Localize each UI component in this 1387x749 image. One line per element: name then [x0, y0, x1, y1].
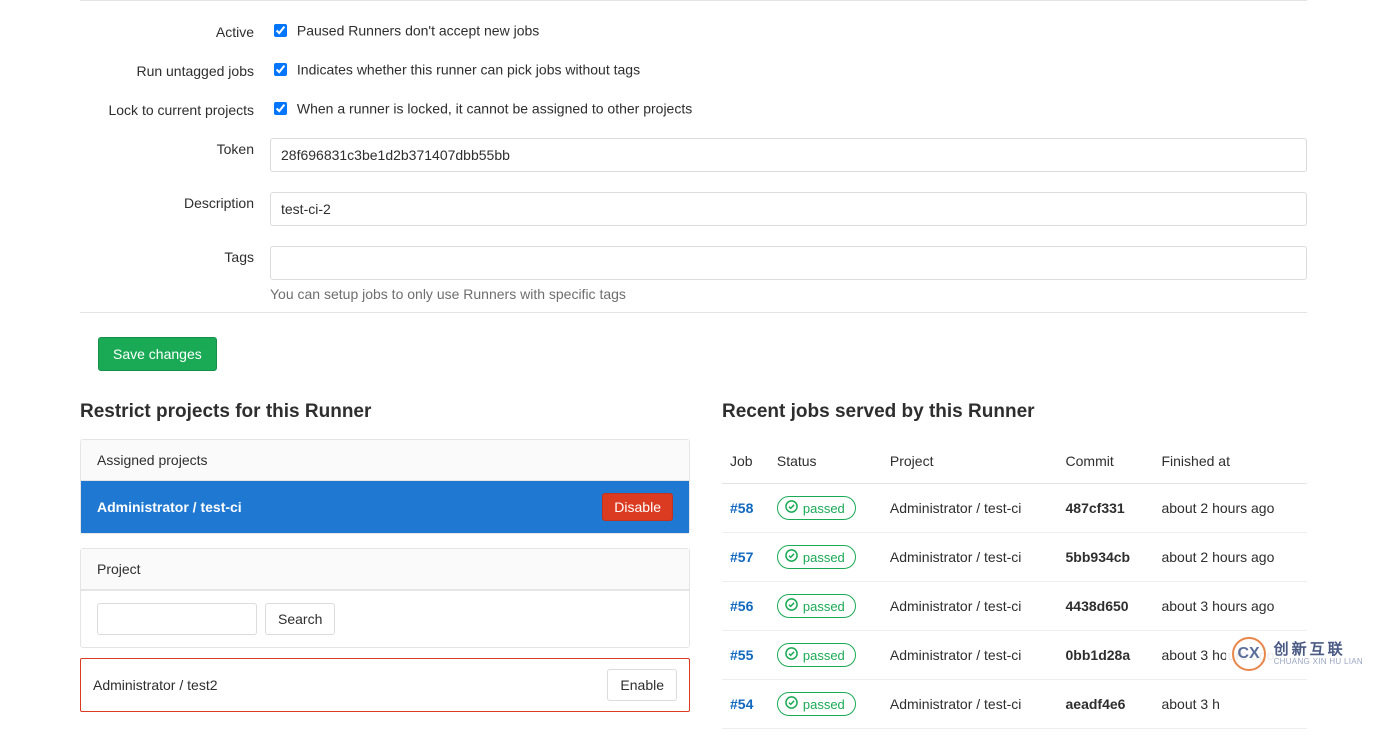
assigned-projects-panel: Assigned projects Administrator / test-c… [80, 439, 690, 534]
job-commit[interactable]: 5bb934cb [1066, 549, 1131, 565]
search-button[interactable]: Search [265, 603, 335, 635]
watermark-mark: CX [1232, 637, 1266, 671]
status-text: passed [803, 648, 845, 663]
status-text: passed [803, 599, 845, 614]
status-badge[interactable]: passed [777, 496, 856, 520]
job-commit[interactable]: 0bb1d28a [1066, 647, 1131, 663]
save-button[interactable]: Save changes [98, 337, 217, 371]
restrict-heading: Restrict projects for this Runner [80, 401, 690, 423]
status-text: passed [803, 550, 845, 565]
disable-button[interactable]: Disable [602, 493, 673, 521]
status-text: passed [803, 697, 845, 712]
untagged-label: Run untagged jobs [80, 60, 270, 79]
table-row: #54 passed Administrator / test-ci aeadf4e6… [722, 680, 1307, 729]
project-result-row: Administrator / test2 Enable [80, 658, 690, 712]
job-finished: about 3 h [1153, 680, 1307, 729]
table-row: #56 passed Administrator / test-ci 4438d650… [722, 582, 1307, 631]
tags-hint: You can setup jobs to only use Runners w… [270, 286, 1307, 302]
job-finished: about 3 hours ago [1153, 582, 1307, 631]
job-commit[interactable]: 4438d650 [1066, 598, 1129, 614]
job-link[interactable]: #57 [730, 549, 753, 565]
status-badge[interactable]: passed [777, 692, 856, 716]
project-search-input[interactable] [97, 603, 257, 635]
recent-jobs-heading: Recent jobs served by this Runner [722, 401, 1307, 423]
job-project: Administrator / test-ci [882, 631, 1058, 680]
assigned-project-name: Administrator / test-ci [97, 499, 242, 515]
status-text: passed [803, 501, 845, 516]
check-circle-icon [785, 696, 798, 712]
col-job: Job [722, 439, 769, 484]
assigned-project-row[interactable]: Administrator / test-ci Disable [81, 481, 689, 533]
lock-checkbox[interactable] [274, 102, 287, 115]
job-link[interactable]: #56 [730, 598, 753, 614]
check-circle-icon [785, 549, 798, 565]
token-label: Token [80, 138, 270, 157]
lock-label: Lock to current projects [80, 99, 270, 118]
active-label: Active [80, 21, 270, 40]
watermark-en: CHUANG XIN HU LIAN [1274, 658, 1363, 666]
col-project: Project [882, 439, 1058, 484]
description-field[interactable] [270, 192, 1307, 226]
lock-help: When a runner is locked, it cannot be as… [297, 101, 692, 117]
job-finished: about 2 hours ago [1153, 533, 1307, 582]
check-circle-icon [785, 500, 798, 516]
untagged-help: Indicates whether this runner can pick j… [297, 62, 640, 78]
recent-jobs-table: Job Status Project Commit Finished at #5… [722, 439, 1307, 729]
job-link[interactable]: #58 [730, 500, 753, 516]
col-finished: Finished at [1153, 439, 1307, 484]
job-link[interactable]: #54 [730, 696, 753, 712]
description-label: Description [80, 192, 270, 211]
check-circle-icon [785, 647, 798, 663]
tags-field[interactable] [270, 246, 1307, 280]
assigned-projects-header: Assigned projects [81, 440, 689, 481]
job-link[interactable]: #55 [730, 647, 753, 663]
col-commit: Commit [1058, 439, 1154, 484]
active-help: Paused Runners don't accept new jobs [297, 23, 539, 39]
job-project: Administrator / test-ci [882, 680, 1058, 729]
watermark-cn: 创新互联 [1274, 642, 1363, 658]
job-commit[interactable]: aeadf4e6 [1066, 696, 1126, 712]
table-row: #58 passed Administrator / test-ci 487cf331… [722, 484, 1307, 533]
untagged-checkbox[interactable] [274, 63, 287, 76]
job-project: Administrator / test-ci [882, 533, 1058, 582]
job-finished: about 2 hours ago [1153, 484, 1307, 533]
tags-label: Tags [80, 246, 270, 265]
watermark-logo: CX 创新互联 CHUANG XIN HU LIAN [1226, 633, 1369, 675]
job-project: Administrator / test-ci [882, 484, 1058, 533]
table-row: #57 passed Administrator / test-ci 5bb934cb… [722, 533, 1307, 582]
enable-button[interactable]: Enable [607, 669, 677, 701]
col-status: Status [769, 439, 882, 484]
table-row: #55 passed Administrator / test-ci 0bb1d28a… [722, 631, 1307, 680]
project-search-panel: Project Search [80, 548, 690, 648]
status-badge[interactable]: passed [777, 594, 856, 618]
check-circle-icon [785, 598, 798, 614]
token-field[interactable] [270, 138, 1307, 172]
status-badge[interactable]: passed [777, 643, 856, 667]
project-search-header: Project [81, 549, 689, 590]
job-commit[interactable]: 487cf331 [1066, 500, 1125, 516]
job-project: Administrator / test-ci [882, 582, 1058, 631]
active-checkbox[interactable] [274, 24, 287, 37]
status-badge[interactable]: passed [777, 545, 856, 569]
